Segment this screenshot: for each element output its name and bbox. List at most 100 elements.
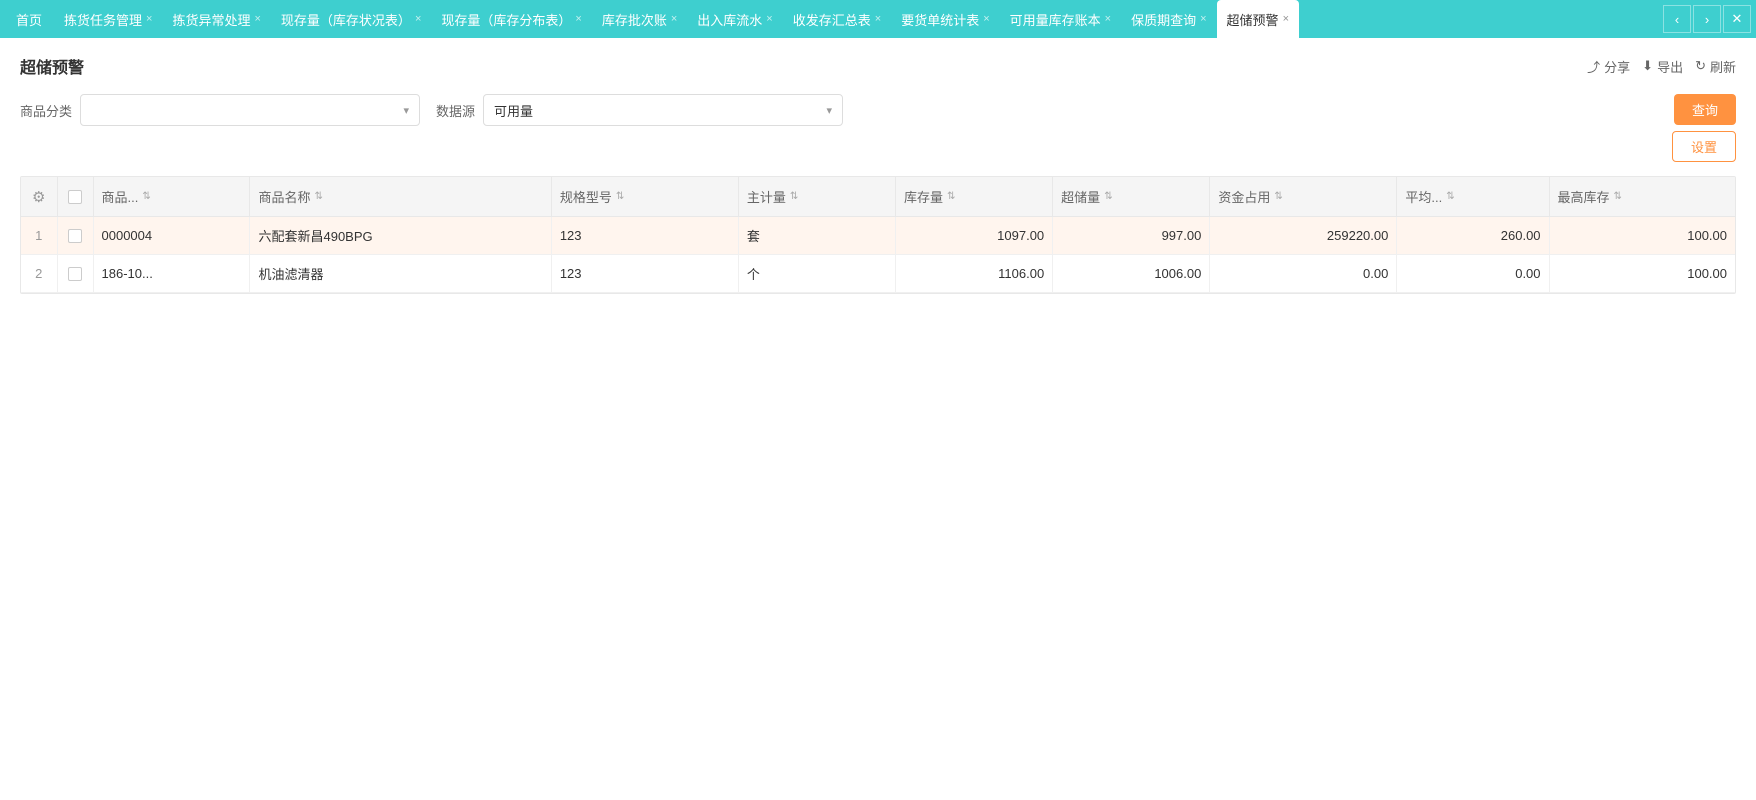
row-name-1: 机油滤清器 — [250, 255, 551, 293]
table-header-capital[interactable]: 资金占用 ⇅ — [1210, 177, 1397, 217]
row-checkbox-0[interactable] — [57, 217, 93, 255]
page-header: 超储预警 ⤴ 分享 ⬇ 导出 ↻ 刷新 — [20, 54, 1736, 78]
row-unit-0: 套 — [738, 217, 895, 255]
close-tab-2[interactable]: × — [415, 13, 421, 25]
nav-tab-label-5: 出入库流水 — [697, 10, 762, 29]
table-row: 1 0000004 六配套新昌490BPG 123 套 1097.00 997.… — [21, 217, 1735, 255]
table-header-maxstock[interactable]: 最高库存 ⇅ — [1549, 177, 1735, 217]
page-title: 超储预警 — [20, 54, 84, 78]
filter-buttons: 查询 设置 — [1672, 94, 1736, 162]
datasource-label: 数据源 — [436, 101, 475, 120]
sort-icon-capital: ⇅ — [1274, 191, 1282, 202]
nav-next-button[interactable]: › — [1693, 5, 1721, 33]
page-content: 超储预警 ⤴ 分享 ⬇ 导出 ↻ 刷新 商品分类 ▾ 数据源 — [0, 38, 1756, 800]
nav-tab-label-7: 要货单统计表 — [901, 10, 979, 29]
close-tab-3[interactable]: × — [575, 13, 581, 25]
nav-tab-3[interactable]: 现存量（库存分布表） × — [431, 0, 591, 38]
table-header-over[interactable]: 超储量 ⇅ — [1053, 177, 1210, 217]
nav-tab-8[interactable]: 可用量库存账本 × — [1000, 0, 1121, 38]
export-button[interactable]: ⬇ 导出 — [1642, 57, 1683, 76]
nav-close-button[interactable]: ✕ — [1723, 5, 1751, 33]
row-avg-1: 0.00 — [1397, 255, 1549, 293]
nav-tab-0[interactable]: 拣货任务管理 × — [54, 0, 162, 38]
row-avg-0: 260.00 — [1397, 217, 1549, 255]
row-seq-0: 1 — [21, 217, 57, 255]
nav-tab-4[interactable]: 库存批次账 × — [592, 0, 687, 38]
row-stock-1: 1106.00 — [896, 255, 1053, 293]
row-select-checkbox-0[interactable] — [68, 229, 82, 243]
gear-icon[interactable]: ⚙ — [32, 189, 45, 206]
row-unit-1: 个 — [738, 255, 895, 293]
close-tab-5[interactable]: × — [766, 13, 772, 25]
nav-tab-label-1: 拣货异常处理 — [172, 10, 250, 29]
nav-tab-label-4: 库存批次账 — [602, 10, 667, 29]
row-spec-0: 123 — [551, 217, 738, 255]
close-tab-9[interactable]: × — [1200, 13, 1206, 25]
share-button[interactable]: ⤴ 分享 — [1587, 57, 1630, 76]
sort-icon-unit: ⇅ — [790, 191, 798, 202]
nav-home[interactable]: 首页 — [4, 10, 54, 29]
data-table: ⚙ 商品... ⇅ 商品 — [20, 176, 1736, 294]
table-header-stock[interactable]: 库存量 ⇅ — [896, 177, 1053, 217]
category-filter: 商品分类 ▾ — [20, 94, 420, 126]
sort-icon-over: ⇅ — [1104, 191, 1112, 202]
nav-tab-label-8: 可用量库存账本 — [1010, 10, 1101, 29]
datasource-select-value: 可用量 — [494, 101, 533, 120]
close-tab-0[interactable]: × — [146, 13, 152, 25]
table-row: 2 186-10... 机油滤清器 123 个 1106.00 1006.00 … — [21, 255, 1735, 293]
table-header-row: ⚙ 商品... ⇅ 商品 — [21, 177, 1735, 217]
table-header-unit[interactable]: 主计量 ⇅ — [738, 177, 895, 217]
nav-tab-6[interactable]: 收发存汇总表 × — [783, 0, 891, 38]
close-tab-4[interactable]: × — [671, 13, 677, 25]
nav-tab-7[interactable]: 要货单统计表 × — [891, 0, 999, 38]
sort-icon-spec: ⇅ — [616, 191, 624, 202]
share-label: 分享 — [1604, 57, 1630, 76]
header-actions: ⤴ 分享 ⬇ 导出 ↻ 刷新 — [1587, 57, 1736, 76]
close-tab-8[interactable]: × — [1105, 13, 1111, 25]
nav-tab-label-2: 现存量（库存状况表） — [281, 10, 411, 29]
settings-button[interactable]: 设置 — [1672, 131, 1736, 162]
row-code-1: 186-10... — [93, 255, 250, 293]
nav-tab-1[interactable]: 拣货异常处理 × — [162, 0, 270, 38]
sort-icon-stock: ⇅ — [947, 191, 955, 202]
datasource-select[interactable]: 可用量 ▾ — [483, 94, 843, 126]
category-select[interactable]: ▾ — [80, 94, 420, 126]
table-header-checkbox — [57, 177, 93, 217]
close-tab-7[interactable]: × — [983, 13, 989, 25]
nav-tab-label-10: 超储预警 — [1227, 10, 1279, 29]
nav-tab-label-3: 现存量（库存分布表） — [441, 10, 571, 29]
table-header-avg[interactable]: 平均... ⇅ — [1397, 177, 1549, 217]
sort-icon-name: ⇅ — [315, 191, 323, 202]
row-maxstock-1: 100.00 — [1549, 255, 1735, 293]
table-header-spec[interactable]: 规格型号 ⇅ — [551, 177, 738, 217]
row-select-checkbox-1[interactable] — [68, 267, 82, 281]
nav-tab-label-6: 收发存汇总表 — [793, 10, 871, 29]
row-name-0: 六配套新昌490BPG — [250, 217, 551, 255]
nav-tab-label-0: 拣货任务管理 — [64, 10, 142, 29]
table-header-code[interactable]: 商品... ⇅ — [93, 177, 250, 217]
table-header-name[interactable]: 商品名称 ⇅ — [250, 177, 551, 217]
refresh-button[interactable]: ↻ 刷新 — [1695, 57, 1736, 76]
row-capital-1: 0.00 — [1210, 255, 1397, 293]
select-all-checkbox[interactable] — [68, 190, 82, 204]
row-seq-1: 2 — [21, 255, 57, 293]
row-code-0: 0000004 — [93, 217, 250, 255]
export-icon: ⬇ — [1642, 58, 1653, 74]
query-button[interactable]: 查询 — [1674, 94, 1736, 125]
export-label: 导出 — [1657, 57, 1683, 76]
nav-tab-label-9: 保质期查询 — [1131, 10, 1196, 29]
close-tab-6[interactable]: × — [875, 13, 881, 25]
nav-prev-button[interactable]: ‹ — [1663, 5, 1691, 33]
sort-icon-maxstock: ⇅ — [1614, 191, 1622, 202]
row-checkbox-1[interactable] — [57, 255, 93, 293]
close-tab-1[interactable]: × — [254, 13, 260, 25]
nav-tab-10[interactable]: 超储预警 × — [1217, 0, 1299, 38]
nav-tab-9[interactable]: 保质期查询 × — [1121, 0, 1216, 38]
sort-icon-avg: ⇅ — [1446, 191, 1454, 202]
row-stock-0: 1097.00 — [896, 217, 1053, 255]
table-header-settings[interactable]: ⚙ — [21, 177, 57, 217]
category-label: 商品分类 — [20, 101, 72, 120]
nav-tab-5[interactable]: 出入库流水 × — [687, 0, 782, 38]
nav-tab-2[interactable]: 现存量（库存状况表） × — [271, 0, 431, 38]
close-tab-10[interactable]: × — [1283, 13, 1289, 25]
